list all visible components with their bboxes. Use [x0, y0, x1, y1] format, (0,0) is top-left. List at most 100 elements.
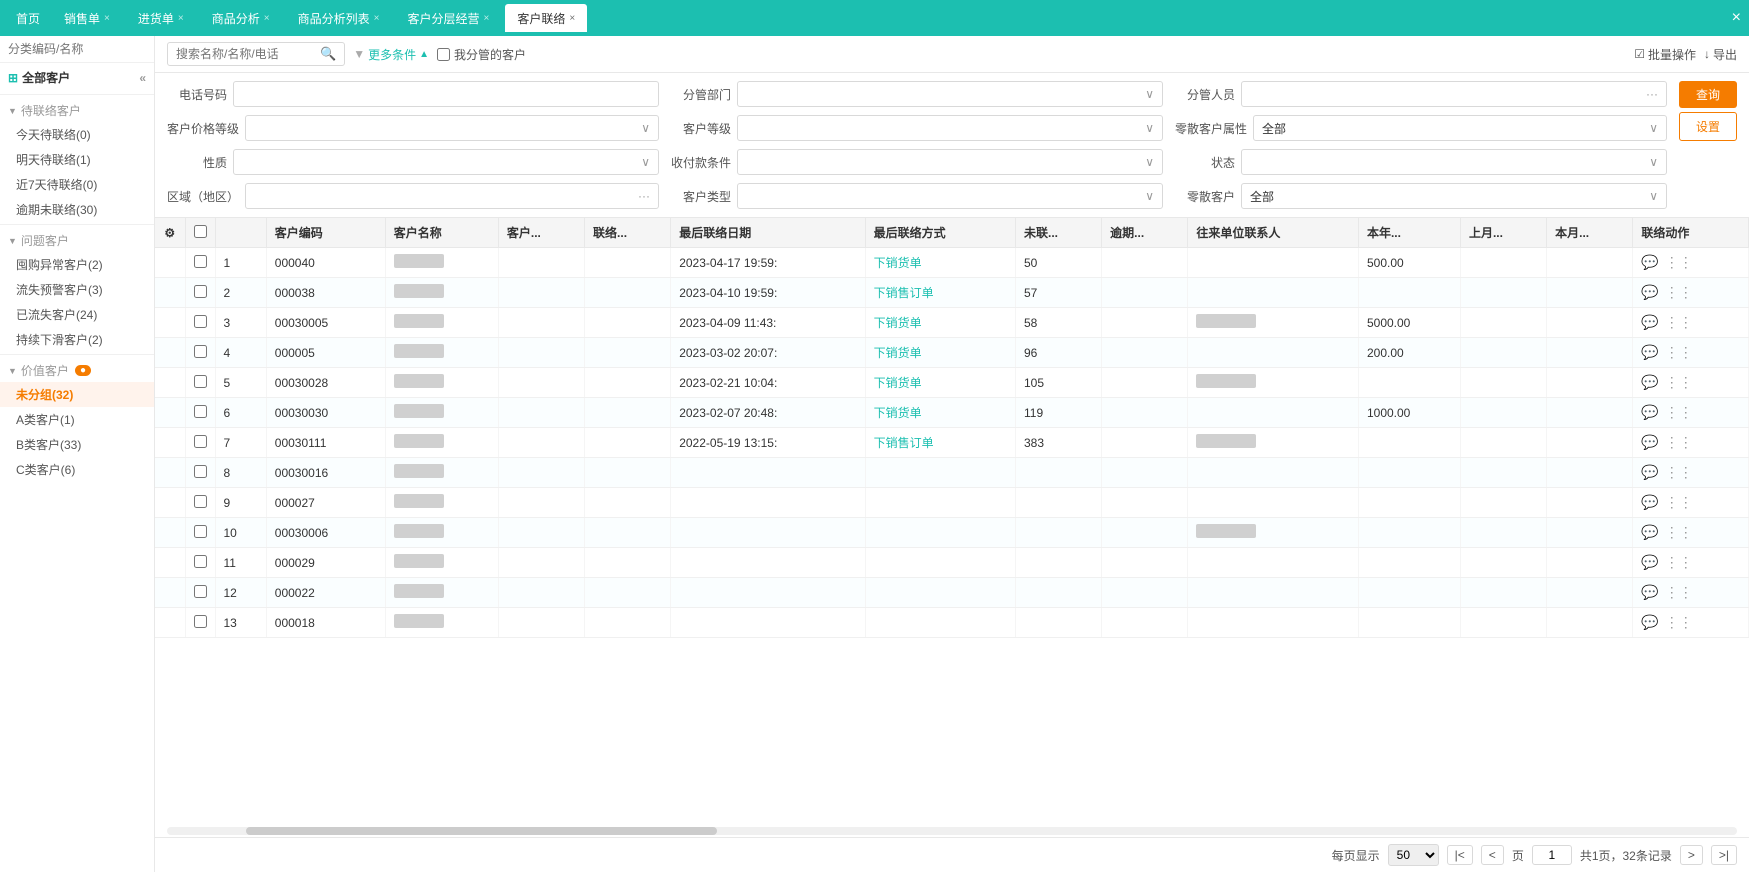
phone-input[interactable] — [233, 81, 659, 107]
sidebar-item-class-c[interactable]: C类客户(6) — [0, 457, 154, 482]
td-check[interactable] — [185, 338, 215, 368]
close-tab-purchase[interactable]: × — [178, 13, 184, 24]
close-all-tabs[interactable]: × — [1732, 9, 1741, 27]
th-name[interactable]: 客户名称 — [385, 218, 498, 248]
chat-icon[interactable]: 💬 — [1641, 614, 1658, 631]
td-check[interactable] — [185, 398, 215, 428]
th-code[interactable]: 客户编码 — [266, 218, 385, 248]
last-method-link[interactable]: 下销货单 — [874, 316, 922, 330]
row-checkbox[interactable] — [194, 345, 207, 358]
last-method-link[interactable]: 下销货单 — [874, 406, 922, 420]
sidebar-collapse-btn[interactable]: « — [139, 71, 146, 85]
chat-icon[interactable]: 💬 — [1641, 374, 1658, 391]
close-tab-customer-segment[interactable]: × — [483, 13, 489, 24]
last-method-link[interactable]: 下销货单 — [874, 376, 922, 390]
td-check[interactable] — [185, 368, 215, 398]
last-page-btn[interactable]: >| — [1711, 845, 1737, 865]
price-level-select[interactable]: ∨ — [245, 115, 659, 141]
sidebar-item-churn-warning[interactable]: 流失预警客户(3) — [0, 277, 154, 302]
row-checkbox[interactable] — [194, 255, 207, 268]
row-checkbox[interactable] — [194, 285, 207, 298]
group-problem-customers[interactable]: ▼ 问题客户 — [0, 227, 154, 252]
chat-icon[interactable]: 💬 — [1641, 404, 1658, 421]
customer-type-select[interactable]: ∨ — [737, 183, 1163, 209]
batch-op-btn[interactable]: ☑ 批量操作 — [1634, 46, 1696, 63]
td-check[interactable] — [185, 308, 215, 338]
row-checkbox[interactable] — [194, 585, 207, 598]
th-type[interactable]: 客户... — [498, 218, 584, 248]
last-method-link[interactable]: 下销售订单 — [874, 436, 934, 450]
td-check[interactable] — [185, 488, 215, 518]
sidebar-search-input[interactable] — [8, 42, 155, 56]
group-pending-contact[interactable]: ▼ 待联络客户 — [0, 97, 154, 122]
td-check[interactable] — [185, 608, 215, 638]
td-check[interactable] — [185, 248, 215, 278]
close-tab-customer-contact[interactable]: × — [569, 13, 575, 24]
sidebar-item-overdue[interactable]: 逾期未联络(30) — [0, 197, 154, 222]
prev-page-btn[interactable]: < — [1481, 845, 1504, 865]
sidebar-item-tomorrow[interactable]: 明天待联络(1) — [0, 147, 154, 172]
sidebar-item-abnormal[interactable]: 囤购异常客户(2) — [0, 252, 154, 277]
chat-icon[interactable]: 💬 — [1641, 434, 1658, 451]
more-icon[interactable]: ⋮⋮ — [1665, 614, 1693, 631]
td-check[interactable] — [185, 428, 215, 458]
tab-customer-contact[interactable]: 客户联络 × — [505, 4, 587, 32]
scroll-thumb[interactable] — [246, 827, 717, 835]
td-check[interactable] — [185, 578, 215, 608]
row-checkbox[interactable] — [194, 435, 207, 448]
th-last-date[interactable]: 最后联络日期 — [671, 218, 865, 248]
first-page-btn[interactable]: |< — [1447, 845, 1473, 865]
td-check[interactable] — [185, 518, 215, 548]
more-icon[interactable]: ⋮⋮ — [1665, 284, 1693, 301]
th-this-month[interactable]: 本月... — [1547, 218, 1633, 248]
chat-icon[interactable]: 💬 — [1641, 344, 1658, 361]
sidebar-item-churned[interactable]: 已流失客户(24) — [0, 302, 154, 327]
chat-icon[interactable]: 💬 — [1641, 494, 1658, 511]
chat-icon[interactable]: 💬 — [1641, 464, 1658, 481]
sidebar-item-class-b[interactable]: B类客户(33) — [0, 432, 154, 457]
row-checkbox[interactable] — [194, 315, 207, 328]
more-icon[interactable]: ⋮⋮ — [1665, 404, 1693, 421]
row-checkbox[interactable] — [194, 465, 207, 478]
chat-icon[interactable]: 💬 — [1641, 554, 1658, 571]
dept-select[interactable]: ∨ — [737, 81, 1163, 107]
sidebar-item-declining[interactable]: 持续下滑客户(2) — [0, 327, 154, 352]
more-icon[interactable]: ⋮⋮ — [1665, 374, 1693, 391]
sidebar-item-today[interactable]: 今天待联络(0) — [0, 122, 154, 147]
sidebar-all-customers[interactable]: ⊞全部客户 « — [0, 63, 154, 92]
td-check[interactable] — [185, 278, 215, 308]
query-button[interactable]: 查询 — [1679, 81, 1737, 108]
row-checkbox[interactable] — [194, 615, 207, 628]
tab-sales[interactable]: 销售单 × — [52, 4, 122, 32]
tab-purchase[interactable]: 进货单 × — [126, 4, 196, 32]
status-select[interactable]: ∨ — [1241, 149, 1667, 175]
th-action[interactable]: 联络动作 — [1633, 218, 1749, 248]
chat-icon[interactable]: 💬 — [1641, 524, 1658, 541]
reset-button[interactable]: 设置 — [1679, 112, 1737, 141]
row-checkbox[interactable] — [194, 525, 207, 538]
th-this-year[interactable]: 本年... — [1358, 218, 1460, 248]
more-icon[interactable]: ⋮⋮ — [1665, 554, 1693, 571]
sidebar-item-ungroup[interactable]: 未分组(32) — [0, 382, 154, 407]
my-customers-check[interactable]: 我分管的客户 — [437, 46, 526, 63]
more-icon[interactable]: ⋮⋮ — [1665, 344, 1693, 361]
tab-product-analysis-list[interactable]: 商品分析列表 × — [286, 4, 392, 32]
nature-select[interactable]: ∨ — [233, 149, 659, 175]
close-tab-product-list[interactable]: × — [374, 13, 380, 24]
group-value-customers[interactable]: ▼ 价值客户 ● — [0, 357, 154, 382]
more-icon[interactable]: ⋮⋮ — [1665, 524, 1693, 541]
tab-product-analysis[interactable]: 商品分析 × — [200, 4, 282, 32]
th-settings[interactable]: ⚙ — [155, 218, 185, 248]
more-icon[interactable]: ⋮⋮ — [1665, 434, 1693, 451]
nav-home[interactable]: 首页 — [8, 6, 48, 31]
more-icon[interactable]: ⋮⋮ — [1665, 584, 1693, 601]
more-conditions-btn[interactable]: ▼ 更多条件 ▲ — [353, 46, 429, 63]
last-method-link[interactable]: 下销售订单 — [874, 286, 934, 300]
close-tab-sales[interactable]: × — [104, 13, 110, 24]
region-select[interactable]: ··· — [245, 183, 659, 209]
sidebar-item-7days[interactable]: 近7天待联络(0) — [0, 172, 154, 197]
th-last-month[interactable]: 上月... — [1460, 218, 1546, 248]
row-checkbox[interactable] — [194, 375, 207, 388]
my-customers-checkbox[interactable] — [437, 48, 450, 61]
row-checkbox[interactable] — [194, 405, 207, 418]
